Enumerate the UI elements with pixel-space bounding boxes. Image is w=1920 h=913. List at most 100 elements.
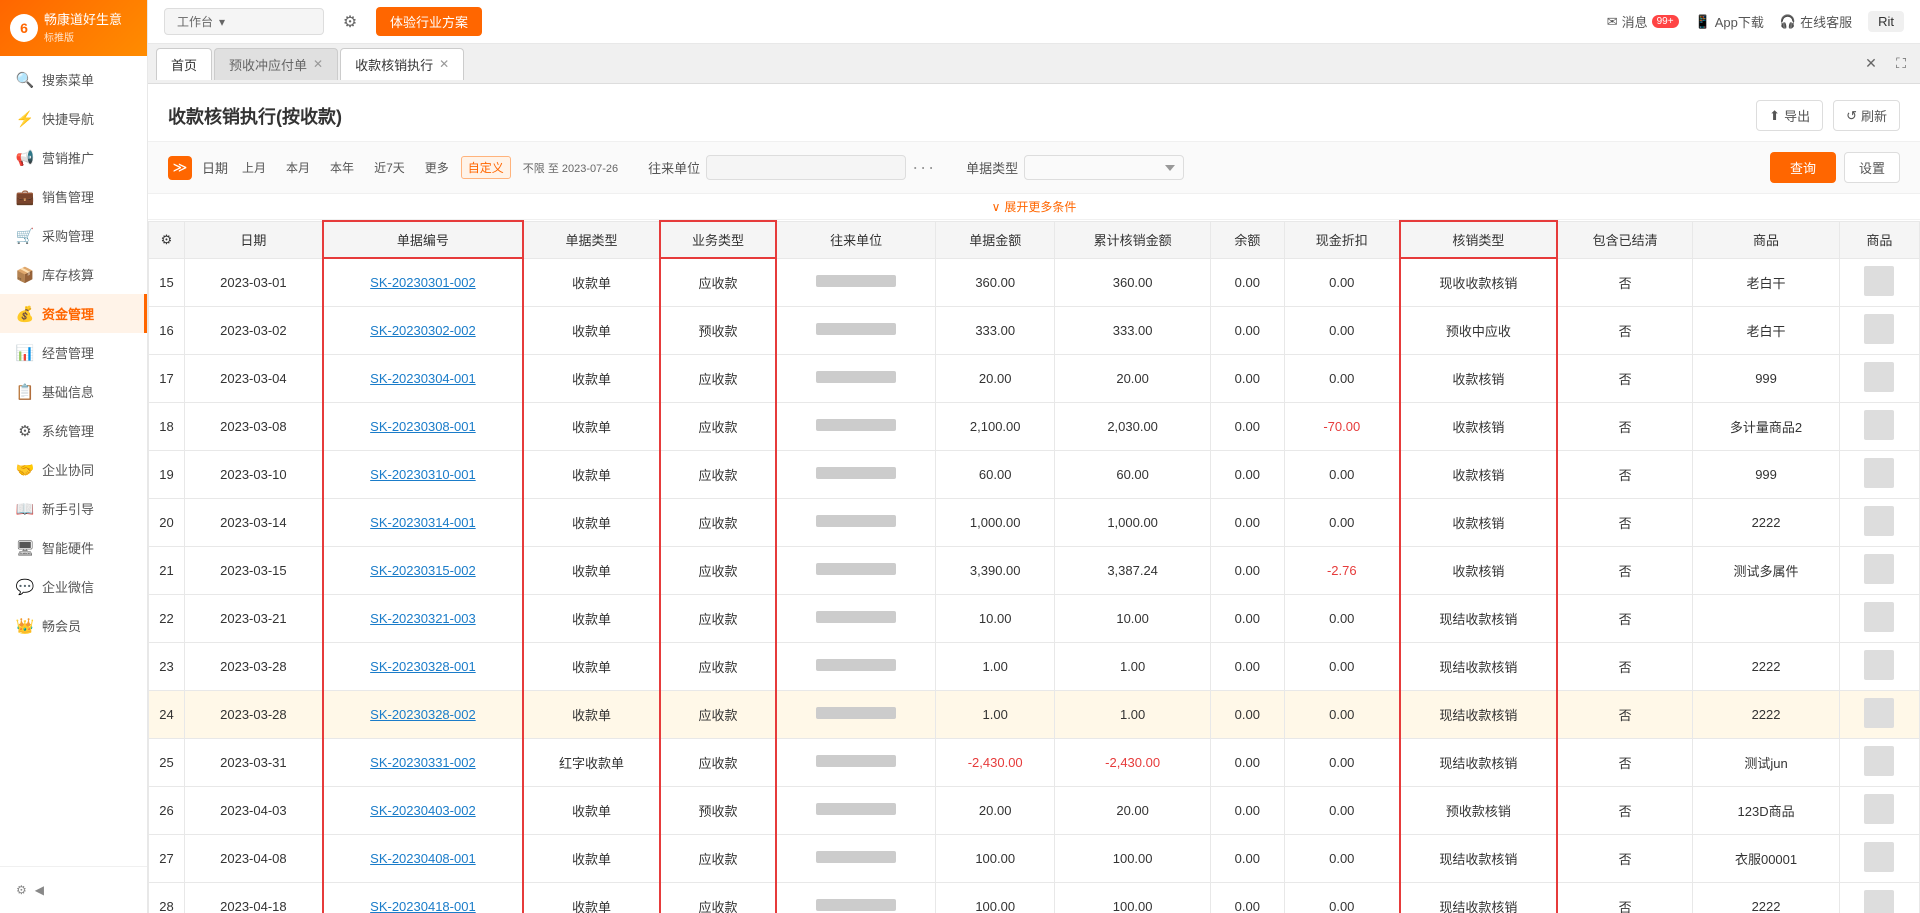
sidebar-icon-8: 📋: [16, 383, 34, 401]
cell-verify-type: 现收收款核销: [1400, 258, 1557, 306]
cell-goods1: 999: [1693, 354, 1839, 402]
cell-goods1: [1693, 594, 1839, 642]
cell-verified: 2,030.00: [1055, 402, 1211, 450]
app-download-btn[interactable]: 📱 App下载: [1695, 12, 1764, 31]
user-avatar[interactable]: Rit: [1868, 11, 1904, 32]
cell-balance: 0.00: [1210, 690, 1284, 738]
col-settings[interactable]: ⚙: [149, 221, 185, 258]
cell-slip-no: SK-20230403-002: [323, 786, 523, 834]
table-row: 28 2023-04-18 SK-20230418-001 收款单 应收款 10…: [149, 882, 1920, 913]
sidebar-item-14[interactable]: 👑畅会员: [0, 606, 147, 645]
message-icon: ✉: [1607, 14, 1618, 30]
cell-partner: [776, 882, 935, 913]
sidebar-icon-4: 🛒: [16, 227, 34, 245]
cell-date: 2023-03-10: [185, 450, 323, 498]
cell-partner: [776, 450, 935, 498]
cell-goods2: [1839, 306, 1919, 354]
sidebar-label-12: 智能硬件: [42, 538, 94, 557]
online-service-btn[interactable]: 🎧 在线客服: [1780, 12, 1852, 31]
date-this-year[interactable]: 本年: [322, 156, 362, 179]
app-download-label: App下载: [1715, 12, 1764, 31]
cell-goods1: 2222: [1693, 690, 1839, 738]
col-balance: 余额: [1210, 221, 1284, 258]
filter-settings-btn[interactable]: 设置: [1844, 152, 1900, 183]
sidebar-item-3[interactable]: 💼销售管理: [0, 177, 147, 216]
cell-amount: 333.00: [936, 306, 1055, 354]
cell-discount: 0.00: [1284, 306, 1400, 354]
cell-discount: 0.00: [1284, 450, 1400, 498]
tab-restore-btn[interactable]: ⛶: [1890, 53, 1912, 75]
refresh-btn[interactable]: ↺ 刷新: [1833, 100, 1900, 131]
cell-included: 否: [1557, 450, 1693, 498]
cell-verify-type: 收款核销: [1400, 546, 1557, 594]
date-filter-label: 日期: [202, 158, 228, 177]
date-more[interactable]: 更多: [417, 156, 457, 179]
tab-verify[interactable]: 收款核销执行 ✕: [340, 48, 464, 80]
cell-id: 23: [149, 642, 185, 690]
sidebar-item-10[interactable]: 🤝企业协同: [0, 450, 147, 489]
sidebar-item-6[interactable]: 💰资金管理: [0, 294, 147, 333]
tab-home-label: 首页: [171, 55, 197, 74]
cell-date: 2023-03-02: [185, 306, 323, 354]
sidebar-icon-6: 💰: [16, 305, 34, 323]
cell-partner: [776, 306, 935, 354]
sidebar-settings[interactable]: ⚙ ◀: [0, 875, 147, 905]
cell-goods2: [1839, 786, 1919, 834]
filter-toggle-btn[interactable]: ≫: [168, 156, 192, 180]
topbar-gear-btn[interactable]: ⚙: [336, 8, 364, 36]
sidebar-item-9[interactable]: ⚙系统管理: [0, 411, 147, 450]
cell-biz-type: 预收款: [660, 306, 776, 354]
filter-dots: ···: [912, 157, 936, 178]
tab-prepay[interactable]: 预收冲应付单 ✕: [214, 48, 338, 80]
tab-prepay-close[interactable]: ✕: [313, 57, 323, 71]
sidebar-item-13[interactable]: 💬企业微信: [0, 567, 147, 606]
cell-verify-type: 现结收款核销: [1400, 690, 1557, 738]
sidebar-label-1: 快捷导航: [42, 109, 94, 128]
tab-verify-close[interactable]: ✕: [439, 57, 449, 71]
sidebar-item-8[interactable]: 📋基础信息: [0, 372, 147, 411]
sidebar-item-0[interactable]: 🔍搜索菜单: [0, 60, 147, 99]
tab-close-all-btn[interactable]: ✕: [1860, 53, 1882, 75]
sidebar-item-5[interactable]: 📦库存核算: [0, 255, 147, 294]
workspace-selector[interactable]: 工作台 ▾: [164, 8, 324, 35]
sidebar-item-1[interactable]: ⚡ 快捷导航: [0, 99, 147, 138]
table-row: 23 2023-03-28 SK-20230328-001 收款单 应收款 1.…: [149, 642, 1920, 690]
date-last-month[interactable]: 上月: [234, 156, 274, 179]
cell-goods2: [1839, 594, 1919, 642]
sidebar-item-2[interactable]: 📢营销推广: [0, 138, 147, 177]
cell-amount: 60.00: [936, 450, 1055, 498]
sidebar-item-12[interactable]: 🖥智能硬件: [0, 528, 147, 567]
cell-id: 15: [149, 258, 185, 306]
cell-balance: 0.00: [1210, 354, 1284, 402]
export-btn[interactable]: ⬆ 导出: [1756, 100, 1823, 131]
date-custom[interactable]: 自定义: [461, 156, 511, 179]
date-7days[interactable]: 近7天: [366, 156, 413, 179]
cell-partner: [776, 546, 935, 594]
partner-input[interactable]: [706, 155, 906, 180]
date-this-month[interactable]: 本月: [278, 156, 318, 179]
cell-verify-type: 现结收款核销: [1400, 834, 1557, 882]
sidebar-item-11[interactable]: 📖新手引导: [0, 489, 147, 528]
expand-more-bar[interactable]: ∨ 展开更多条件: [148, 194, 1920, 220]
slip-type-select[interactable]: [1024, 155, 1184, 180]
cell-biz-type: 应收款: [660, 834, 776, 882]
cell-goods1: 999: [1693, 450, 1839, 498]
sidebar-icon-1: ⚡: [16, 110, 34, 128]
cell-date: 2023-04-18: [185, 882, 323, 913]
sidebar-item-4[interactable]: 🛒采购管理: [0, 216, 147, 255]
topbar: 工作台 ▾ ⚙ 体验行业方案 ✉ 消息 99+ 📱 App下载 🎧 在线客服 R…: [148, 0, 1920, 44]
cell-goods1: 衣服00001: [1693, 834, 1839, 882]
cell-biz-type: 应收款: [660, 882, 776, 913]
cell-verified: 100.00: [1055, 882, 1211, 913]
cell-included: 否: [1557, 402, 1693, 450]
data-table-wrap: ⚙ 日期 单据编号 单据类型 业务类型 往来单位 单据金额 累计核销金额 余额 …: [148, 220, 1920, 913]
query-btn[interactable]: 查询: [1770, 152, 1836, 183]
cell-date: 2023-04-08: [185, 834, 323, 882]
sidebar-item-7[interactable]: 📊经营管理: [0, 333, 147, 372]
messages-btn[interactable]: ✉ 消息 99+: [1607, 12, 1679, 31]
tab-home[interactable]: 首页: [156, 48, 212, 80]
date-range-display: 不限 至 2023-07-26: [521, 160, 618, 176]
industry-solution-btn[interactable]: 体验行业方案: [376, 7, 482, 36]
cell-verified: 1,000.00: [1055, 498, 1211, 546]
cell-goods1: 2222: [1693, 498, 1839, 546]
